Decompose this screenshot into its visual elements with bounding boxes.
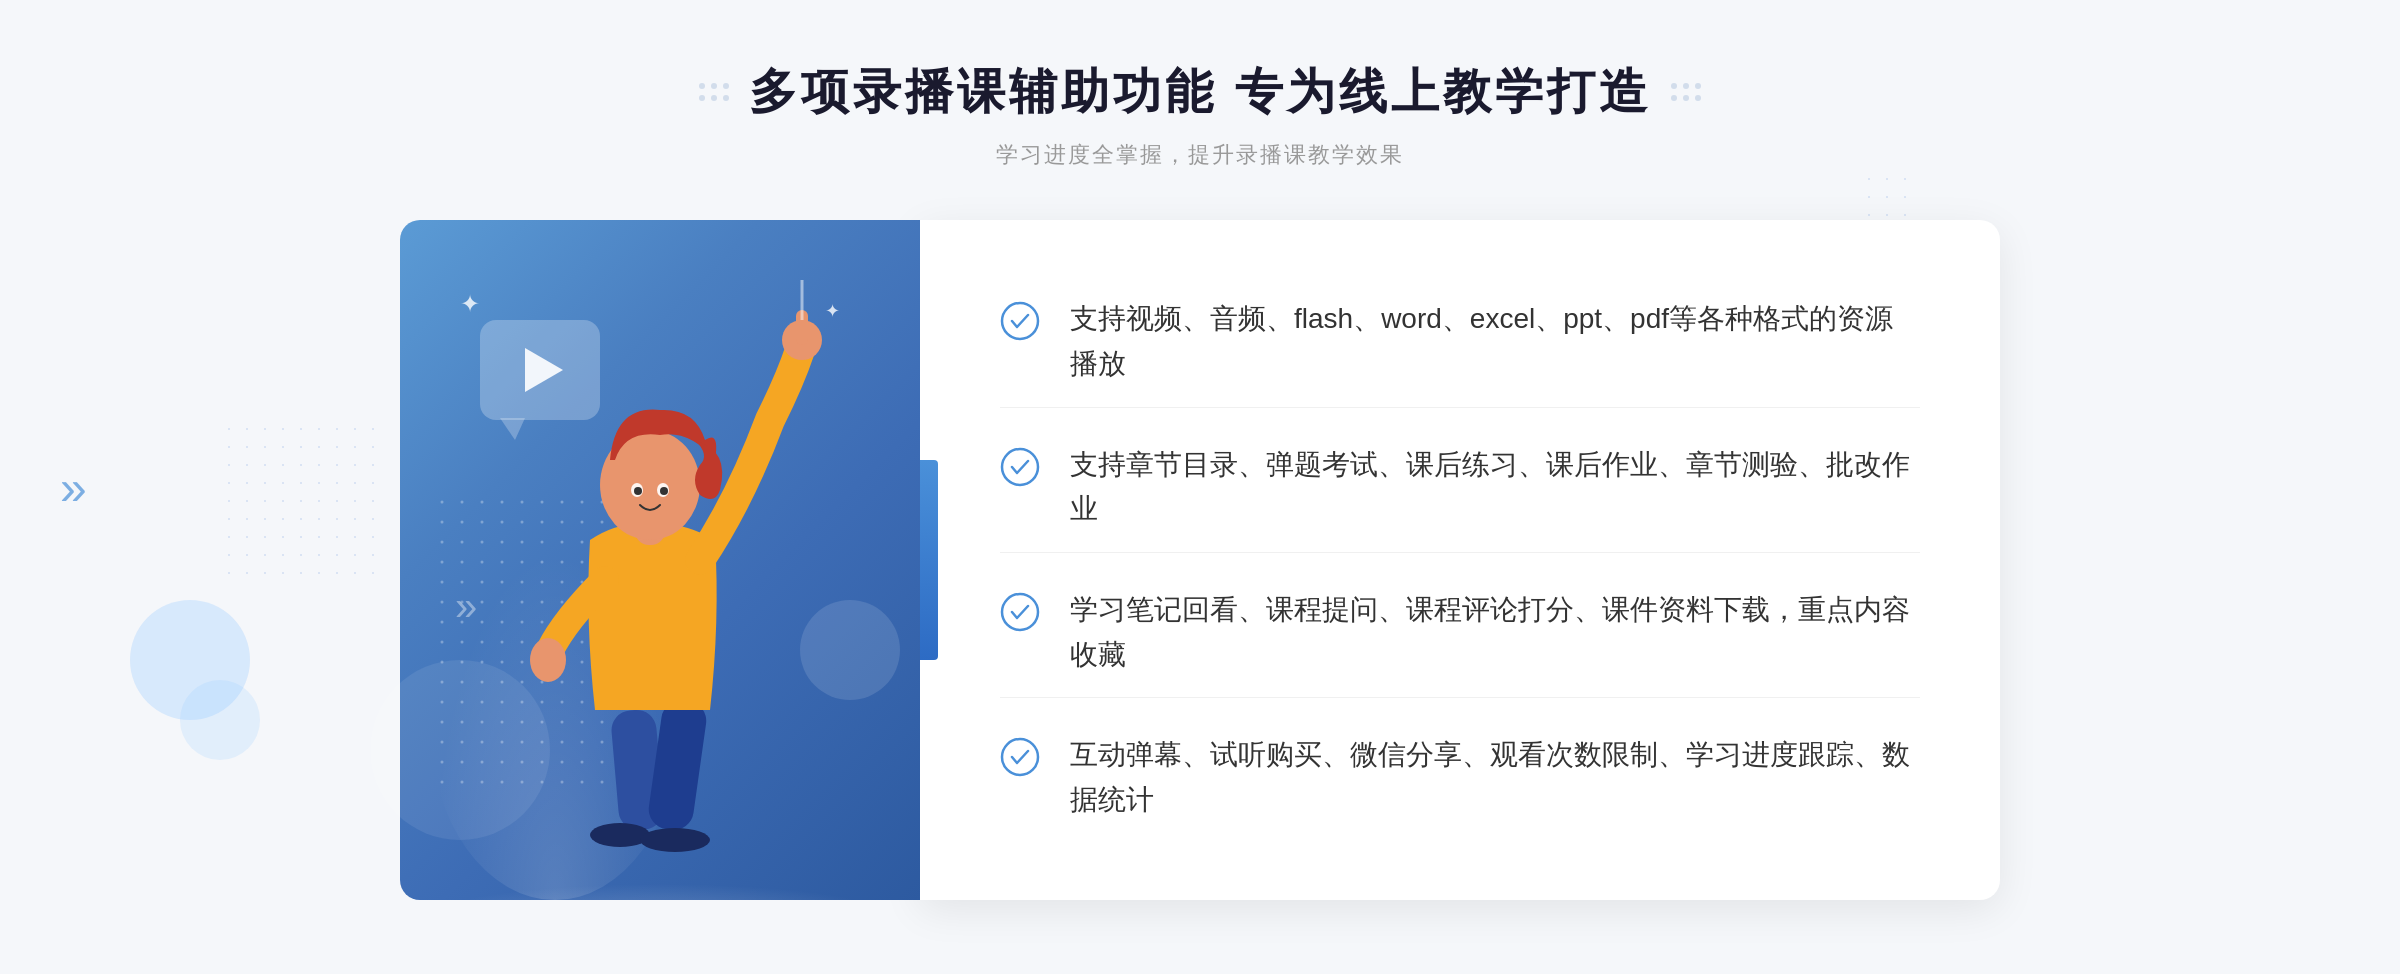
- svg-point-6: [640, 828, 710, 852]
- left-arrow-decoration: »: [60, 460, 87, 515]
- page-title: 多项录播课辅助功能 专为线上教学打造: [749, 60, 1650, 124]
- check-icon-1: [1000, 301, 1040, 341]
- page-subtitle: 学习进度全掌握，提升录播课教学效果: [699, 140, 1700, 170]
- feature-item-1: 支持视频、音频、flash、word、excel、ppt、pdf等各种格式的资源…: [1000, 277, 1920, 408]
- svg-point-15: [660, 487, 668, 495]
- feature-item-2: 支持章节目录、弹题考试、课后练习、课后作业、章节测验、批改作业: [1000, 423, 1920, 554]
- svg-point-21: [1002, 739, 1038, 775]
- person-illustration: »: [400, 220, 920, 900]
- feature-text-1: 支持视频、音频、flash、word、excel、ppt、pdf等各种格式的资源…: [1070, 297, 1920, 387]
- svg-point-5: [590, 823, 650, 847]
- dot-pattern-left: [220, 420, 380, 580]
- svg-point-2: [460, 860, 860, 900]
- svg-point-18: [1002, 303, 1038, 339]
- title-row: 多项录播课辅助功能 专为线上教学打造: [699, 60, 1700, 124]
- check-icon-3: [1000, 592, 1040, 632]
- illustration-card: ✦ ✦: [400, 220, 920, 900]
- dots-left: [699, 83, 729, 101]
- vertical-bar: [920, 460, 938, 660]
- check-icon-4: [1000, 737, 1040, 777]
- page-wrapper: » 多项录播课辅助功能 专为线上教学打造 学习进度全掌握，提升录播课教学效果 ✦…: [0, 0, 2400, 974]
- svg-point-20: [1002, 594, 1038, 630]
- feature-item-3: 学习笔记回看、课程提问、课程评论打分、课件资料下载，重点内容收藏: [1000, 568, 1920, 699]
- svg-rect-4: [646, 698, 709, 833]
- svg-text:»: »: [455, 584, 477, 628]
- features-panel: 支持视频、音频、flash、word、excel、ppt、pdf等各种格式的资源…: [920, 220, 2000, 900]
- feature-text-2: 支持章节目录、弹题考试、课后练习、课后作业、章节测验、批改作业: [1070, 443, 1920, 533]
- check-icon-2: [1000, 447, 1040, 487]
- main-content: ✦ ✦: [400, 220, 2000, 900]
- page-header: 多项录播课辅助功能 专为线上教学打造 学习进度全掌握，提升录播课教学效果: [699, 0, 1700, 190]
- svg-point-14: [634, 487, 642, 495]
- feature-text-4: 互动弹幕、试听购买、微信分享、观看次数限制、学习进度跟踪、数据统计: [1070, 733, 1920, 823]
- dots-right: [1671, 83, 1701, 101]
- feature-text-3: 学习笔记回看、课程提问、课程评论打分、课件资料下载，重点内容收藏: [1070, 588, 1920, 678]
- svg-point-19: [1002, 449, 1038, 485]
- deco-circle-outer-2: [180, 680, 260, 760]
- svg-point-9: [530, 638, 566, 682]
- feature-item-4: 互动弹幕、试听购买、微信分享、观看次数限制、学习进度跟踪、数据统计: [1000, 713, 1920, 843]
